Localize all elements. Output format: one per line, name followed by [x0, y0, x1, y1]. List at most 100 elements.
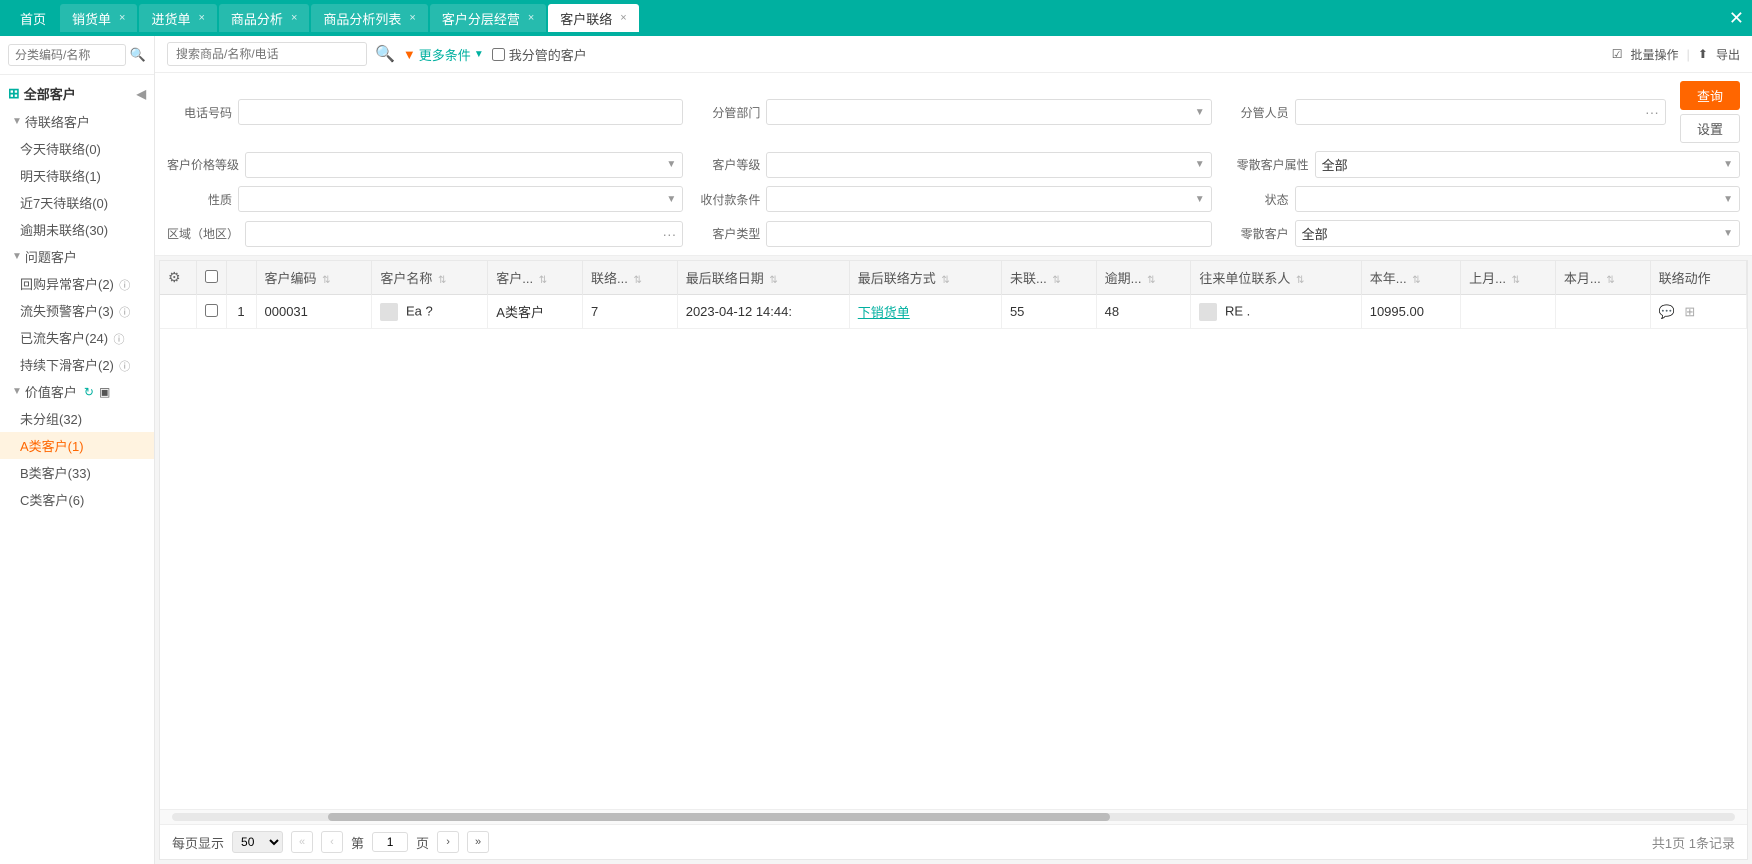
next-page-button[interactable]: › [437, 831, 459, 853]
nav-tab-goods-list[interactable]: 商品分析列表 × [311, 4, 427, 32]
th-unit-contact-sort[interactable]: ⇅ [1296, 275, 1304, 286]
export-link[interactable]: 导出 [1716, 46, 1740, 63]
horizontal-scrollbar[interactable] [160, 809, 1747, 824]
table-scroll-wrapper[interactable]: ⚙ 客户编码 ⇅ 客户名称 [160, 261, 1747, 809]
my-customers-filter[interactable]: 我分管的客户 [492, 45, 587, 64]
sidebar-item-class-b[interactable]: B类客户(33) [0, 459, 154, 486]
settings-button[interactable]: 设置 [1680, 114, 1740, 143]
row-checkbox[interactable] [205, 304, 218, 317]
nav-tab-goods-list-close[interactable]: × [409, 12, 415, 24]
nav-tab-sales[interactable]: 销货单 × [60, 4, 137, 32]
sidebar-item-today[interactable]: 今天待联络(0) [0, 135, 154, 162]
filter-search-button[interactable]: 🔍 [375, 44, 395, 64]
manager-input[interactable]: ··· [1295, 99, 1666, 125]
th-last-month-sort[interactable]: ⇅ [1512, 275, 1520, 286]
sidebar-tree: ⊞ 全部客户 ◀ ▼ 待联络客户 今天待联络(0) 明天待联络(1) 近7天待联… [0, 75, 154, 864]
value-settings-icon[interactable]: ▣ [99, 385, 110, 399]
nav-tab-home[interactable]: 首页 [8, 4, 58, 32]
sparse-attr-select[interactable]: 全部 ▼ [1315, 151, 1740, 178]
per-page-select[interactable]: 50 20 100 [232, 831, 283, 853]
top-actions: ☑ 批量操作 | ⬆ 导出 [1612, 46, 1740, 63]
customer-type-input[interactable] [766, 221, 1211, 247]
page-number-input[interactable] [372, 832, 408, 852]
th-category-sort[interactable]: ⇅ [539, 275, 547, 286]
sparse-customer-select[interactable]: 全部 ▼ [1295, 220, 1740, 247]
th-code-sort[interactable]: ⇅ [322, 275, 330, 286]
sidebar-item-overdue[interactable]: 逾期未联络(30) [0, 216, 154, 243]
advanced-filter-panel: 电话号码 分管部门 ▼ 分管人员 ··· 查询 设置 [155, 73, 1752, 256]
nav-tab-purchase[interactable]: 进货单 × [139, 4, 216, 32]
sidebar-value-customers-group[interactable]: ▼ 价值客户 ↻ ▣ [0, 378, 154, 405]
sidebar-problem-customers-group[interactable]: ▼ 问题客户 [0, 243, 154, 270]
sidebar-search-area: 🔍 [0, 36, 154, 75]
main-layout: 🔍 ⊞ 全部客户 ◀ ▼ 待联络客户 今天待联络(0) 明天待联络(1) 近7天… [0, 36, 1752, 864]
payment-select[interactable]: ▼ [766, 186, 1211, 212]
price-tier-select[interactable]: ▼ [245, 152, 683, 178]
sidebar-item-declining[interactable]: 持续下滑客户(2) ⓘ [0, 351, 154, 378]
action-qr-icon[interactable]: ⊞ [1684, 304, 1695, 319]
nav-tab-customer-tier[interactable]: 客户分层经营 × [430, 4, 546, 32]
sidebar-problem-customers-label: 问题客户 [25, 247, 77, 266]
value-refresh-icon[interactable]: ↻ [84, 385, 94, 399]
sidebar-item-tomorrow-label: 明天待联络(1) [20, 169, 101, 184]
sidebar-search-input[interactable] [8, 44, 126, 66]
select-all-checkbox[interactable] [205, 270, 218, 283]
th-last-contact-date-label: 最后联络日期 [686, 271, 764, 286]
row-unit-contact: RE . [1225, 303, 1250, 318]
sidebar-item-ungrouped[interactable]: 未分组(32) [0, 405, 154, 432]
department-select[interactable]: ▼ [766, 99, 1211, 125]
nav-tab-customer-tier-close[interactable]: × [528, 12, 534, 24]
filter-row-customer-tier: 客户等级 ▼ [695, 151, 1211, 178]
my-customers-checkbox[interactable] [492, 48, 505, 61]
th-overdue-sort[interactable]: ⇅ [1147, 275, 1155, 286]
nav-tab-goods-analysis-close[interactable]: × [291, 12, 297, 24]
region-input[interactable]: ··· [245, 221, 683, 247]
sidebar-all-customers[interactable]: ⊞ 全部客户 ◀ [0, 79, 154, 108]
sidebar-item-class-a[interactable]: A类客户(1) [0, 432, 154, 459]
page-label: 第 [351, 833, 364, 852]
sidebar-pending-contact-group[interactable]: ▼ 待联络客户 [0, 108, 154, 135]
nav-tab-purchase-close[interactable]: × [198, 12, 204, 24]
nav-tab-customer-contact[interactable]: 客户联络 × [548, 4, 638, 32]
sidebar-collapse-icon[interactable]: ◀ [137, 87, 146, 101]
sidebar-item-churned[interactable]: 已流失客户(24) ⓘ [0, 324, 154, 351]
table-gear-icon[interactable]: ⚙ [168, 269, 181, 285]
value-customers-arrow: ▼ [12, 386, 22, 397]
th-contacts-sort[interactable]: ⇅ [633, 275, 641, 286]
nav-tab-goods-analysis[interactable]: 商品分析 × [219, 4, 309, 32]
sidebar-item-class-c[interactable]: C类客户(6) [0, 486, 154, 513]
more-conditions-button[interactable]: ▼ 更多条件 ▼ [403, 45, 484, 64]
batch-action-link[interactable]: 批量操作 [1631, 46, 1679, 63]
th-no-contact-sort[interactable]: ⇅ [1052, 275, 1060, 286]
th-this-month-sort[interactable]: ⇅ [1606, 275, 1614, 286]
row-last-contact-method[interactable]: 下销货单 [858, 305, 910, 320]
first-page-button[interactable]: « [291, 831, 313, 853]
filter-row-sparse-customer: 零散客户 全部 ▼ [1224, 220, 1740, 247]
th-last-contact-method-sort[interactable]: ⇅ [941, 275, 949, 286]
th-name-sort[interactable]: ⇅ [438, 275, 446, 286]
nav-tab-purchase-label: 进货单 [151, 9, 190, 28]
last-page-button[interactable]: » [467, 831, 489, 853]
action-chat-icon[interactable]: 💬 [1659, 304, 1675, 319]
filter-search-input[interactable] [167, 42, 367, 66]
query-button[interactable]: 查询 [1680, 81, 1740, 110]
sidebar-item-churn-warning[interactable]: 流失预警客户(3) ⓘ [0, 297, 154, 324]
sidebar-item-tomorrow[interactable]: 明天待联络(1) [0, 162, 154, 189]
customer-tier-select[interactable]: ▼ [766, 152, 1211, 178]
sidebar-item-week[interactable]: 近7天待联络(0) [0, 189, 154, 216]
status-label: 状态 [1224, 191, 1289, 208]
th-this-year-sort[interactable]: ⇅ [1412, 275, 1420, 286]
close-all-tabs-button[interactable]: ✕ [1729, 9, 1744, 27]
nav-tab-customer-contact-close[interactable]: × [620, 12, 626, 24]
nature-select[interactable]: ▼ [238, 186, 683, 212]
sidebar-item-churn-warning-label: 流失预警客户(3) [20, 304, 114, 319]
sidebar-search-icon[interactable]: 🔍 [130, 47, 146, 63]
sidebar-item-repurchase[interactable]: 回购异常客户(2) ⓘ [0, 270, 154, 297]
nav-tab-sales-close[interactable]: × [119, 12, 125, 24]
prev-page-button[interactable]: ‹ [321, 831, 343, 853]
table-container: ⚙ 客户编码 ⇅ 客户名称 [159, 260, 1748, 860]
phone-label: 电话号码 [167, 104, 232, 121]
status-select[interactable]: ▼ [1295, 186, 1740, 212]
phone-input[interactable] [238, 99, 683, 125]
th-last-contact-date-sort[interactable]: ⇅ [769, 275, 777, 286]
